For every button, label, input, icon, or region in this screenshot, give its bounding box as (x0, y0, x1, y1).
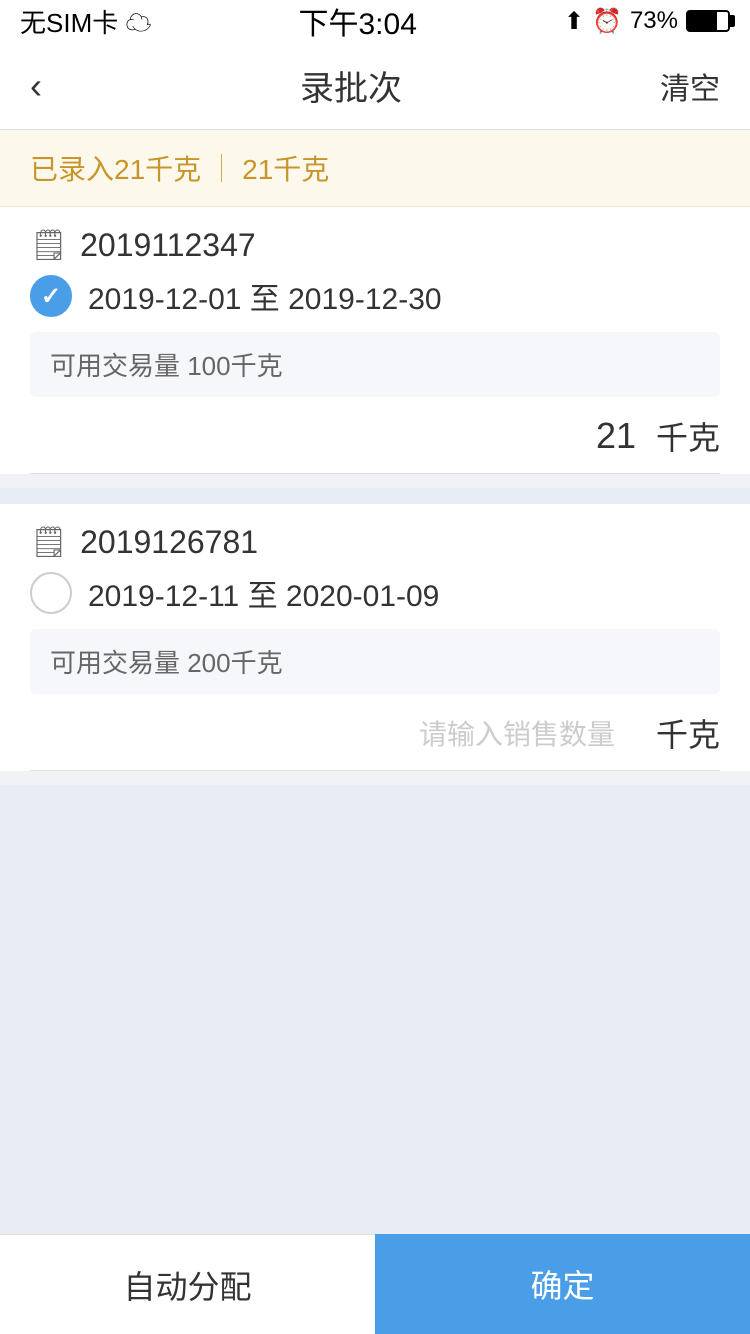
batch-input-row-2: 千克 (30, 694, 720, 756)
batch-doc-icon-2: 🗒 (30, 525, 68, 560)
batch-value-display-1: 21 千克 (30, 397, 720, 459)
batch-item-1: 🗒 2019112347 2019-12-01 至 2019-12-30 可用交… (0, 207, 750, 474)
summary-divider (221, 154, 222, 182)
divider-1 (30, 473, 720, 474)
status-bar: 无SIM卡 ☁ 下午3:04 ⬆ ⏰ 73% (0, 0, 750, 42)
clear-button[interactable]: 清空 (660, 64, 720, 108)
location-icon: ⬆ (564, 7, 584, 36)
batch-unit-1: 千克 (656, 413, 720, 459)
main-scroll: 🗒 2019112347 2019-12-01 至 2019-12-30 可用交… (0, 207, 750, 1311)
summary-value: 21千克 (242, 148, 329, 188)
alarm-icon: ⏰ (592, 7, 622, 36)
auto-distribute-button[interactable]: 自动分配 (0, 1234, 375, 1334)
batch-value-num-1: 21 (596, 415, 636, 457)
batch-date-row-2: 2019-12-11 至 2020-01-09 (30, 571, 720, 615)
batch-quantity-input-2[interactable] (30, 715, 640, 752)
batch-unit-2: 千克 (656, 710, 720, 756)
radio-button-1[interactable] (30, 275, 72, 317)
batch-avail-1: 可用交易量 100千克 (30, 332, 720, 397)
radio-button-2[interactable] (30, 572, 72, 614)
batch-doc-icon-1: 🗒 (30, 228, 68, 263)
summary-label: 已录入21千克 (30, 148, 201, 188)
battery-text: 73% (630, 7, 678, 35)
back-button[interactable]: ‹ (30, 65, 42, 107)
batch-date-2: 2019-12-11 至 2020-01-09 (88, 571, 439, 615)
battery-icon (686, 10, 730, 32)
section-divider (0, 488, 750, 504)
batch-item-2: 🗒 2019126781 2019-12-11 至 2020-01-09 可用交… (0, 504, 750, 771)
batch-id-2: 2019126781 (80, 524, 258, 561)
batch-header-1: 🗒 2019112347 (30, 227, 720, 264)
divider-2 (30, 770, 720, 771)
batch-date-1: 2019-12-01 至 2019-12-30 (88, 274, 442, 318)
sim-text: 无SIM卡 ☁ (20, 3, 151, 40)
confirm-button[interactable]: 确定 (375, 1234, 750, 1334)
status-time: 下午3:04 (299, 0, 417, 43)
summary-bar: 已录入21千克 21千克 (0, 130, 750, 207)
empty-area (0, 785, 750, 1235)
nav-bar: ‹ 录批次 清空 (0, 42, 750, 130)
bottom-bar: 自动分配 确定 (0, 1234, 750, 1334)
status-right: ⬆ ⏰ 73% (564, 7, 730, 36)
status-left: 无SIM卡 ☁ (20, 3, 151, 40)
batch-header-2: 🗒 2019126781 (30, 524, 720, 561)
batch-id-1: 2019112347 (80, 227, 256, 264)
batch-date-row-1: 2019-12-01 至 2019-12-30 (30, 274, 720, 318)
page-title: 录批次 (300, 61, 402, 110)
batch-avail-2: 可用交易量 200千克 (30, 629, 720, 694)
